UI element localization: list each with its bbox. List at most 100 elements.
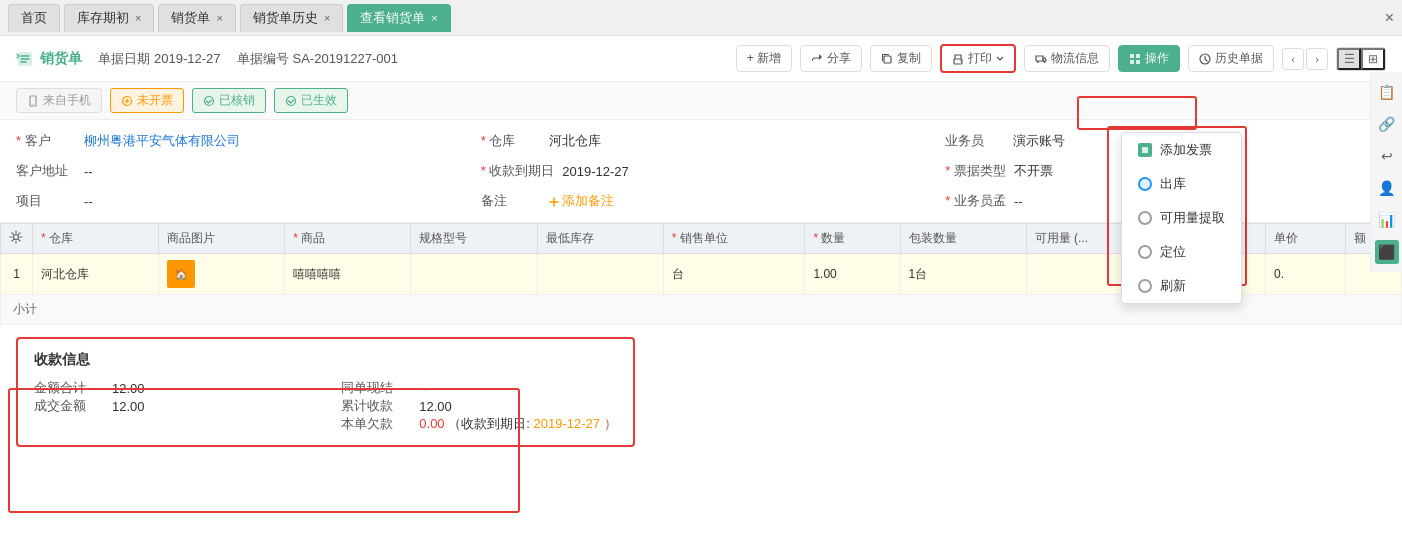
nav-prev[interactable]: ‹ [1282, 48, 1304, 70]
deal-amount-value: 12.00 [112, 399, 145, 414]
payment-title: 收款信息 [34, 351, 617, 369]
svg-rect-6 [1130, 54, 1134, 58]
print-button[interactable]: 打印 [940, 44, 1016, 73]
sidebar-clipboard-icon[interactable]: 📋 [1375, 80, 1399, 104]
warehouse-value: 河北仓库 [549, 132, 601, 150]
effective-button[interactable]: 已生效 [274, 88, 348, 113]
current-owe-row: 本单欠款 0.00 （收款到期日: 2019-12-27 ） [341, 415, 616, 433]
date-field-label: 单据日期 [98, 50, 150, 68]
tab-check-sales[interactable]: 查看销货单 × [347, 4, 450, 32]
window-close-button[interactable]: × [1385, 9, 1394, 27]
available-qty-icon [1138, 211, 1152, 225]
logistics-button[interactable]: 物流信息 [1024, 45, 1110, 72]
dropdown-locate[interactable]: 定位 [1122, 235, 1241, 269]
date-value: 2019-12-27 [154, 51, 221, 66]
row-index: 1 [1, 254, 33, 295]
ticket-icon [121, 95, 133, 107]
address-value: -- [84, 164, 93, 179]
sidebar-link-icon[interactable]: 🔗 [1375, 112, 1399, 136]
copy-button[interactable]: 复制 [870, 45, 932, 72]
business-person-label: 业务员孟 [945, 192, 1006, 210]
settings-icon[interactable] [9, 230, 23, 244]
main-content: 销货单 单据日期 2019-12-27 单据编号 SA-20191227-001… [0, 36, 1402, 533]
row-warehouse: 河北仓库 [33, 254, 159, 295]
svg-rect-9 [1136, 60, 1140, 64]
svg-point-14 [205, 96, 214, 105]
tab-inventory-close[interactable]: × [135, 12, 141, 24]
share-button[interactable]: 分享 [800, 45, 862, 72]
payment-section: 收款信息 金额合计 12.00 成交金额 12.00 [0, 325, 1402, 471]
ticket-type-value: 不开票 [1014, 162, 1053, 180]
view-grid[interactable]: ⊞ [1361, 48, 1385, 70]
tab-sales-history[interactable]: 销货单历史 × [240, 4, 343, 32]
history-button[interactable]: 历史单据 [1188, 45, 1274, 72]
view-list[interactable]: ☰ [1337, 48, 1361, 70]
operate-button[interactable]: 操作 [1118, 45, 1180, 72]
sidebar-return-icon[interactable]: ↩ [1375, 144, 1399, 168]
add-note-button[interactable]: 添加备注 [549, 192, 615, 210]
dropdown-ship-out[interactable]: 出库 [1122, 167, 1241, 201]
svg-rect-8 [1130, 60, 1134, 64]
sales-icon [16, 50, 34, 68]
sidebar-chart-icon[interactable]: 📊 [1375, 208, 1399, 232]
doc-actions: + 新增 分享 复制 打印 物流信息 [736, 44, 1386, 73]
total-value: 12.00 [112, 381, 145, 396]
product-image-thumb: 🏠 [167, 260, 195, 288]
invoice-icon [1138, 143, 1152, 157]
th-sales-unit: 销售单位 [663, 224, 805, 254]
new-button[interactable]: + 新增 [736, 45, 792, 72]
row-spec [411, 254, 537, 295]
tab-sales[interactable]: 销货单 × [158, 4, 235, 32]
not-open-button[interactable]: 未开票 [110, 88, 184, 113]
tab-sales-close[interactable]: × [216, 12, 222, 24]
doc-type-label: 销货单 [40, 50, 82, 68]
dropdown-refresh[interactable]: 刷新 [1122, 269, 1241, 303]
same-order-row: 同单现结 -- [341, 379, 616, 397]
row-product: 嘻嘻嘻嘻 [285, 254, 411, 295]
tab-sales-history-close[interactable]: × [324, 12, 330, 24]
row-unit-price: 0. [1266, 254, 1346, 295]
svg-point-4 [1037, 61, 1039, 63]
svg-rect-7 [1136, 54, 1140, 58]
nav-arrows: ‹ › [1282, 48, 1328, 70]
th-pack-qty: 包装数量 [900, 224, 1026, 254]
project-row: 项目 -- [16, 192, 457, 210]
svg-rect-1 [884, 56, 891, 63]
customer-label: 客户 [16, 132, 76, 150]
dropdown-add-invoice[interactable]: 添加发票 [1122, 133, 1241, 167]
row-pack-qty: 1台 [900, 254, 1026, 295]
doc-title-section: 销货单 [16, 50, 82, 68]
th-spec: 规格型号 [411, 224, 537, 254]
dropdown-available-qty[interactable]: 可用量提取 [1122, 201, 1241, 235]
check-circle-icon [203, 95, 215, 107]
operate-dropdown: 添加发票 出库 可用量提取 定位 刷新 [1121, 132, 1242, 304]
business-person-value: -- [1014, 194, 1023, 209]
due-date-value: 2019-12-27 [533, 416, 600, 431]
tab-inventory[interactable]: 库存期初 × [64, 4, 154, 32]
tab-home-label: 首页 [21, 9, 47, 27]
sidebar-expand-icon[interactable]: ⬛ [1375, 240, 1399, 264]
tab-inventory-label: 库存期初 [77, 9, 129, 27]
cumulative-label: 累计收款 [341, 397, 411, 415]
number-field-label: 单据编号 [237, 50, 289, 68]
customer-value[interactable]: 柳州粤港平安气体有限公司 [84, 132, 240, 150]
truck-icon [1035, 53, 1047, 65]
svg-point-3 [960, 60, 961, 61]
confirmed-button[interactable]: 已核销 [192, 88, 266, 113]
payment-col-right: 同单现结 -- 累计收款 12.00 本单欠款 0.00 （收款到期日: [341, 379, 616, 433]
th-quantity: 数量 [805, 224, 900, 254]
tab-check-sales-close[interactable]: × [431, 12, 437, 24]
effective-icon [285, 95, 297, 107]
deal-amount-label: 成交金额 [34, 397, 104, 415]
nav-next[interactable]: › [1306, 48, 1328, 70]
note-row: 备注 添加备注 [481, 192, 922, 210]
sidebar-user-icon[interactable]: 👤 [1375, 176, 1399, 200]
row-product-image: 🏠 [159, 254, 285, 295]
address-row: 客户地址 -- [16, 162, 457, 180]
ticket-type-label: 票据类型 [945, 162, 1006, 180]
row-quantity: 1.00 [805, 254, 900, 295]
from-phone-button[interactable]: 来自手机 [16, 88, 102, 113]
row-min-stock [537, 254, 663, 295]
th-unit-price: 单价 [1266, 224, 1346, 254]
tab-home[interactable]: 首页 [8, 4, 60, 32]
